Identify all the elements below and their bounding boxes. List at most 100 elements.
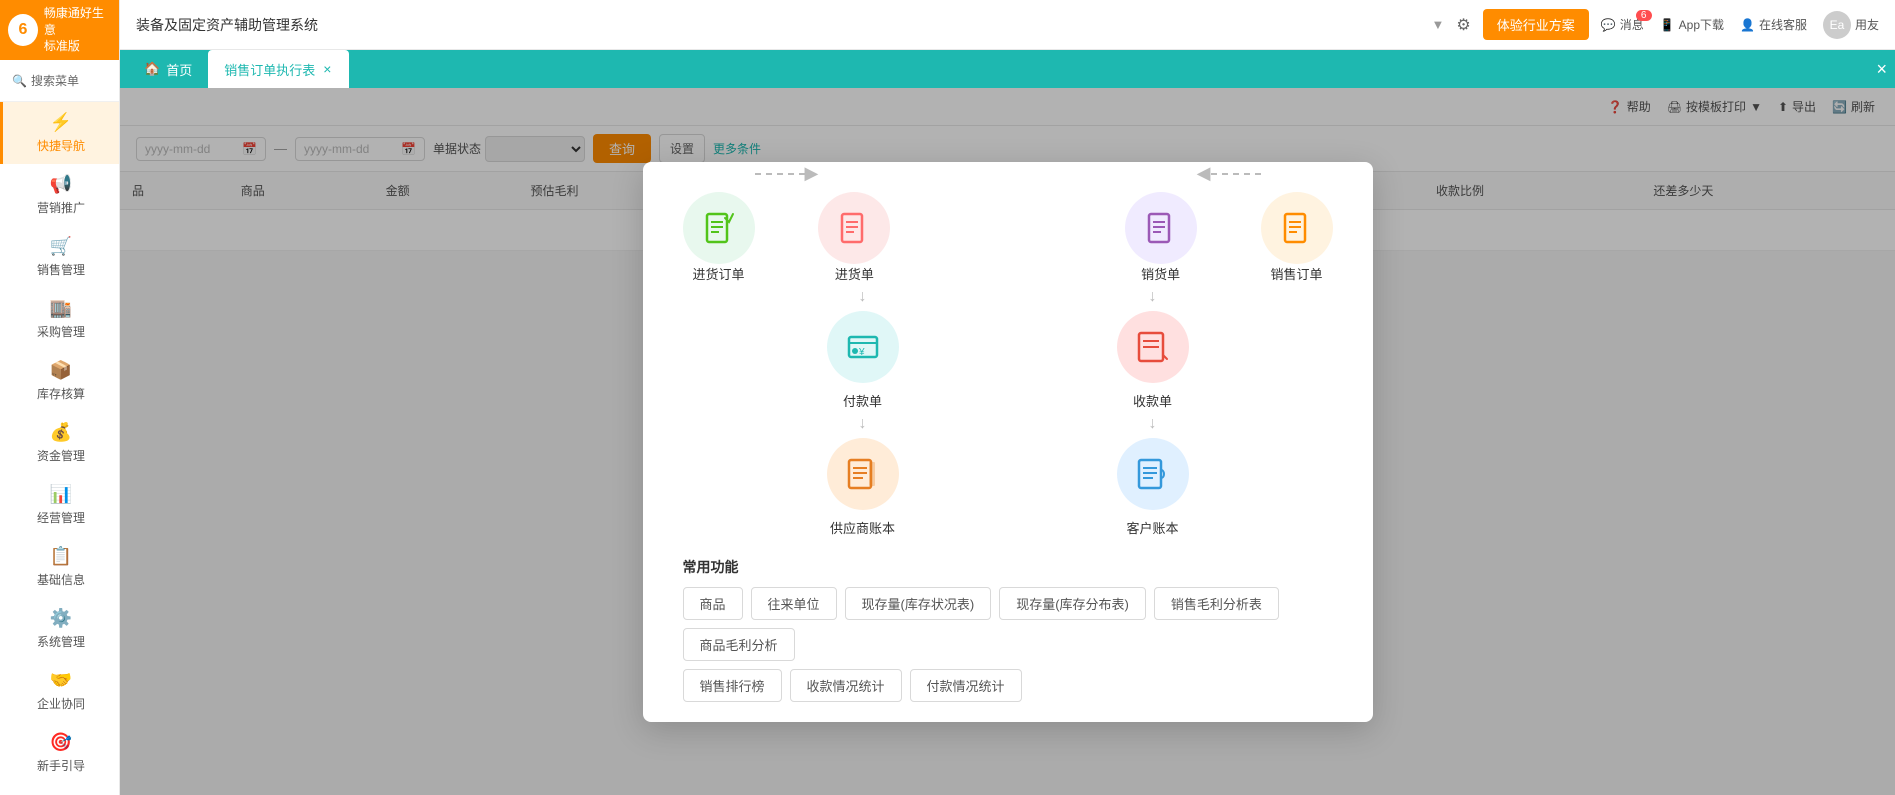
user-menu[interactable]: Ea 用友	[1823, 11, 1879, 39]
tabbar-close-button[interactable]: ×	[1876, 59, 1887, 80]
svg-text:¥: ¥	[858, 347, 865, 358]
common-functions: 常用功能 商品 往来单位 现存量(库存状况表) 现存量(库存分布表) 销售毛利分…	[683, 557, 1333, 702]
func-btn-receipt-stats[interactable]: 收款情况统计	[790, 669, 902, 702]
quick-nav-icon: ⚡	[50, 112, 72, 133]
flow-col-receipt: ↓ 收款单	[1093, 287, 1213, 410]
content-area: ❓ 帮助 🖨 按模板打印 ▼ ⬆ 导出 🔄 刷新	[120, 88, 1895, 795]
sales-icon: 🛒	[50, 236, 72, 257]
topbar: 装备及固定资产辅助管理系统 ▼ ⚙ 体验行业方案 💬 消息 6 📱 App下载 …	[120, 0, 1895, 50]
search-menu-button[interactable]: 🔍 搜索菜单	[8, 68, 111, 93]
sidebar-item-finance[interactable]: 💰 资金管理	[0, 412, 119, 474]
search-icon: 🔍	[12, 74, 27, 88]
purchase-icon: 🏬	[50, 298, 72, 319]
flow-diagram: 进货订单 ▶	[683, 192, 1333, 537]
flow-node-purchase-bill[interactable]: 进货单	[818, 192, 890, 283]
payment-bill-label: 付款单	[843, 391, 882, 410]
sales-order-icon	[1261, 192, 1333, 264]
sidebar-item-label: 销售管理	[37, 261, 85, 278]
message-icon: 💬	[1601, 18, 1616, 32]
sidebar-item-label: 库存核算	[37, 385, 85, 402]
sidebar-item-label: 采购管理	[37, 323, 85, 340]
operations-icon: 📊	[50, 484, 72, 505]
modal: 进货订单 ▶	[643, 162, 1373, 722]
sidebar-item-marketing[interactable]: 📢 营销推广	[0, 164, 119, 226]
sidebar-item-purchase[interactable]: 🏬 采购管理	[0, 288, 119, 350]
supplier-ledger-icon[interactable]	[827, 438, 899, 510]
purchase-bill-icon	[818, 192, 890, 264]
func-btn-sales-margin[interactable]: 销售毛利分析表	[1154, 587, 1279, 620]
system-title: 装备及固定资产辅助管理系统	[136, 15, 1420, 35]
flow-node-sales-bill[interactable]: 销货单	[1125, 192, 1197, 283]
sales-bill-label: 销货单	[1141, 264, 1180, 283]
online-service-button[interactable]: 👤 在线客服	[1740, 16, 1807, 33]
arrow-down-customer: ↓	[1149, 416, 1157, 432]
flow-node-purchase-order[interactable]: 进货订单	[683, 192, 755, 283]
common-functions-title: 常用功能	[683, 557, 1333, 577]
trial-button[interactable]: 体验行业方案	[1483, 9, 1589, 40]
sidebar-item-label: 快捷导航	[37, 137, 85, 154]
modal-overlay[interactable]: 进货订单 ▶	[120, 88, 1895, 795]
avatar: Ea	[1823, 11, 1851, 39]
function-buttons-row2: 销售排行榜 收款情况统计 付款情况统计	[683, 669, 1333, 702]
tab-sales-order[interactable]: 销售订单执行表 ×	[208, 50, 349, 88]
receipt-bill-icon[interactable]	[1117, 311, 1189, 383]
settings-button[interactable]: ⚙	[1456, 15, 1470, 35]
modal-content: 进货订单 ▶	[643, 162, 1373, 722]
purchase-bill-label: 进货单	[835, 264, 874, 283]
message-badge: 6	[1636, 10, 1652, 21]
sidebar-item-quick-nav[interactable]: ⚡ 快捷导航	[0, 102, 119, 164]
function-buttons-row1: 商品 往来单位 现存量(库存状况表) 现存量(库存分布表) 销售毛利分析表 商品…	[683, 587, 1333, 661]
purchase-order-label: 进货订单	[692, 264, 744, 283]
sales-order-label: 销售订单	[1270, 264, 1322, 283]
flow-node-sales-order[interactable]: 销售订单	[1261, 192, 1333, 283]
sidebar-item-enterprise[interactable]: 🤝 企业协同	[0, 660, 119, 722]
sales-bill-icon	[1125, 192, 1197, 264]
sidebar-item-label: 经营管理	[37, 509, 85, 526]
func-btn-inventory-dist[interactable]: 现存量(库存分布表)	[999, 587, 1146, 620]
arrow-down-supplier: ↓	[859, 416, 867, 432]
sidebar-item-label: 企业协同	[37, 695, 85, 712]
func-btn-product-margin[interactable]: 商品毛利分析	[683, 628, 795, 661]
sidebar-item-operations[interactable]: 📊 经营管理	[0, 474, 119, 536]
download-icon: 📱	[1660, 18, 1675, 32]
tabbar: 🏠 首页 销售订单执行表 × ×	[120, 50, 1895, 88]
customer-ledger-icon[interactable]	[1117, 438, 1189, 510]
arrow-down-receipt: ↓	[1149, 289, 1157, 305]
dropdown-arrow-icon: ▼	[1432, 17, 1445, 32]
sidebar-item-basic-info[interactable]: 📋 基础信息	[0, 536, 119, 598]
marketing-icon: 📢	[50, 174, 72, 195]
sidebar-item-label: 营销推广	[37, 199, 85, 216]
sidebar-item-inventory[interactable]: 📦 库存核算	[0, 350, 119, 412]
sidebar-item-label: 系统管理	[37, 633, 85, 650]
tab-home[interactable]: 🏠 首页	[128, 50, 208, 88]
func-btn-counterpart[interactable]: 往来单位	[751, 587, 837, 620]
logo-icon: 6	[8, 14, 38, 46]
receipt-bill-label: 收款单	[1133, 391, 1172, 410]
main-area: 装备及固定资产辅助管理系统 ▼ ⚙ 体验行业方案 💬 消息 6 📱 App下载 …	[120, 0, 1895, 795]
sidebar-item-sales[interactable]: 🛒 销售管理	[0, 226, 119, 288]
flow-col-customer: ↓ 客户账本	[1093, 414, 1213, 537]
func-btn-payment-stats[interactable]: 付款情况统计	[910, 669, 1022, 702]
tab-close-button[interactable]: ×	[321, 62, 333, 76]
supplier-ledger-label: 供应商账本	[830, 518, 895, 537]
system-icon: ⚙️	[50, 608, 72, 629]
payment-bill-icon[interactable]: ¥	[827, 311, 899, 383]
finance-icon: 💰	[50, 422, 72, 443]
app-download-button[interactable]: 📱 App下载	[1660, 16, 1724, 33]
sidebar: 6 畅康通好生意 标准版 🔍 搜索菜单 ⚡ 快捷导航 📢 营销推广 🛒	[0, 0, 120, 795]
enterprise-icon: 🤝	[50, 670, 72, 691]
func-btn-product[interactable]: 商品	[683, 587, 743, 620]
sidebar-item-label: 基础信息	[37, 571, 85, 588]
flow-col-payment: ↓ ¥ 付款单	[803, 287, 923, 410]
sidebar-item-guide[interactable]: 🎯 新手引导	[0, 722, 119, 784]
func-btn-inventory-status[interactable]: 现存量(库存状况表)	[845, 587, 992, 620]
purchase-order-icon	[683, 192, 755, 264]
sidebar-item-system[interactable]: ⚙️ 系统管理	[0, 598, 119, 660]
customer-ledger-label: 客户账本	[1126, 518, 1178, 537]
func-btn-sales-rank[interactable]: 销售排行榜	[683, 669, 782, 702]
service-icon: 👤	[1740, 18, 1755, 32]
sidebar-logo: 6 畅康通好生意 标准版	[0, 0, 119, 60]
sidebar-search[interactable]: 🔍 搜索菜单	[0, 60, 119, 102]
guide-icon: 🎯	[50, 732, 72, 753]
message-button[interactable]: 💬 消息 6	[1601, 16, 1644, 33]
